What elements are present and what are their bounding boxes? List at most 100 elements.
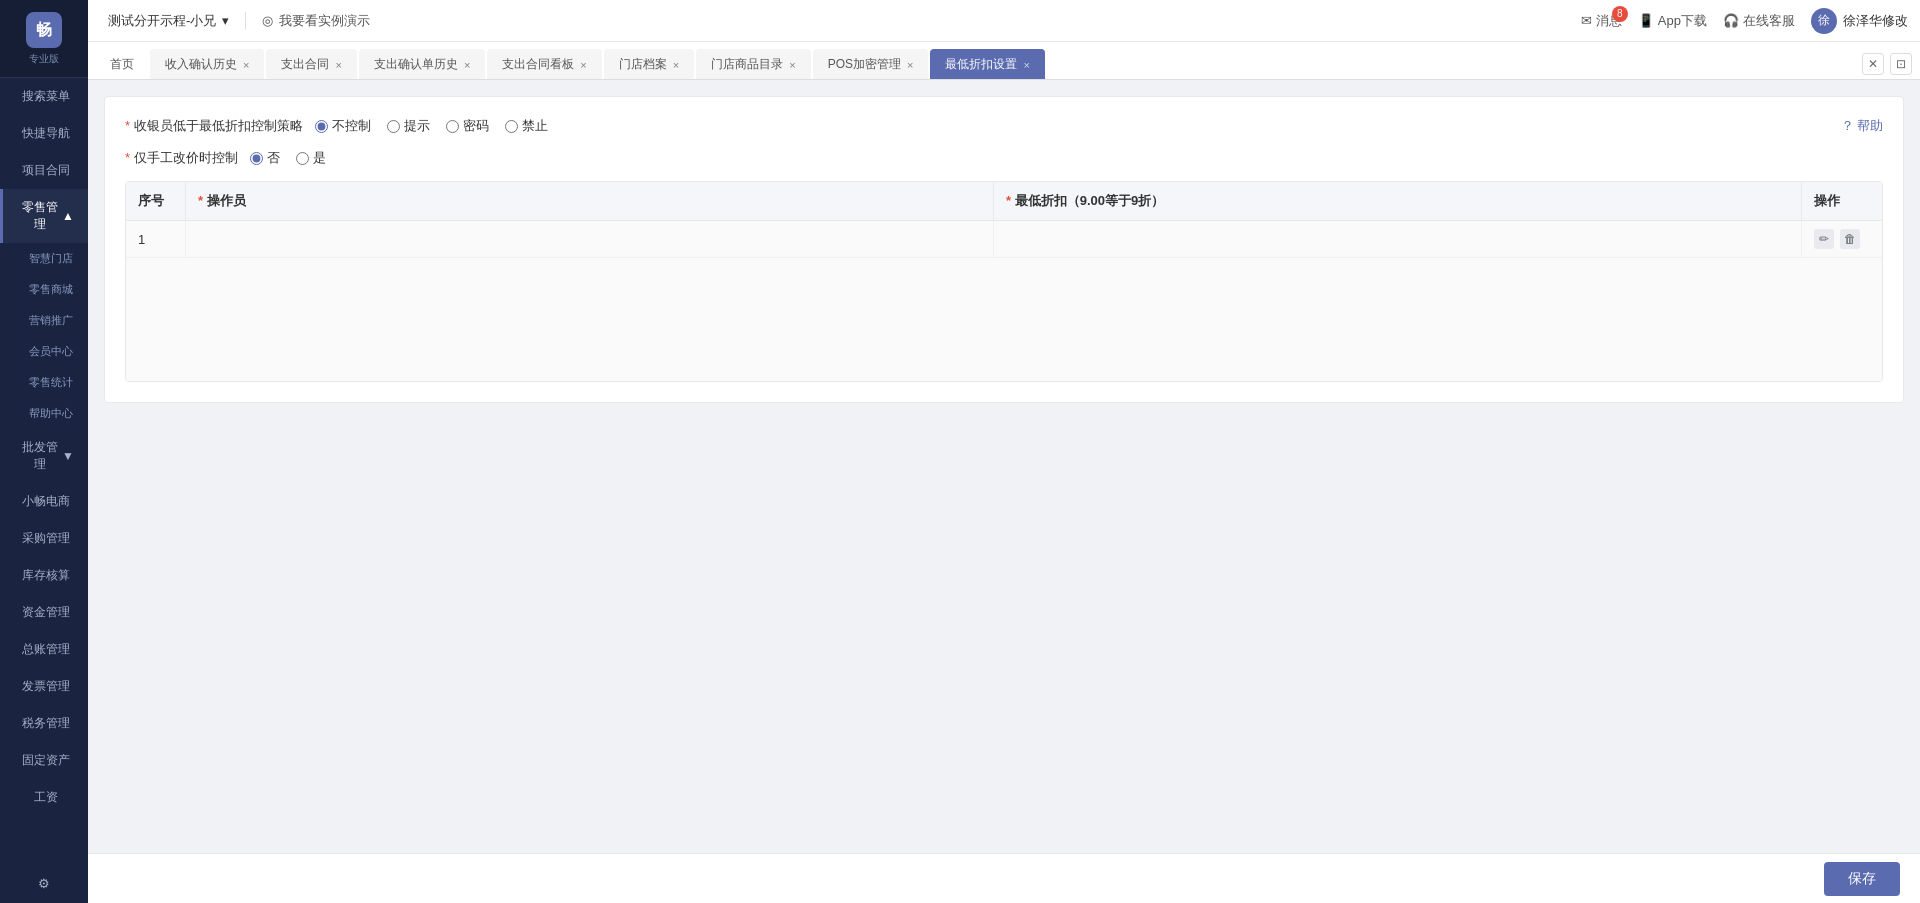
demo-text: 我要看实例演示 [279, 12, 370, 30]
tabs-bar: 首页 收入确认历史 × 支出合同 × 支出确认单历史 × 支出合同看板 × 门店… [88, 42, 1920, 80]
edit-icon[interactable]: ✏ [1814, 229, 1834, 249]
sidebar-item-ecommerce[interactable]: 小畅电商 [0, 483, 88, 520]
radio-prompt-label: 提示 [404, 117, 430, 135]
sidebar-item-invoice[interactable]: 发票管理 [0, 668, 88, 705]
sidebar-item-tax[interactable]: 税务管理 [0, 705, 88, 742]
notification-badge: 8 [1612, 6, 1628, 22]
discount-table: 序号 操作员 最低折扣（9.00等于9折） 操作 1 ✏ 🗑 [125, 181, 1883, 382]
project-dropdown-icon: ▾ [222, 13, 229, 28]
table-body: 1 ✏ 🗑 [126, 221, 1882, 381]
tab-home[interactable]: 首页 [96, 50, 148, 79]
tab-min-discount[interactable]: 最低折扣设置 × [930, 49, 1044, 79]
sidebar-item-retail[interactable]: 零售管理 ▲ [0, 189, 88, 243]
table-row: 1 ✏ 🗑 [126, 221, 1882, 258]
app-download-button[interactable]: 📱 App下载 [1638, 12, 1707, 30]
retail-arrow-icon: ▲ [62, 209, 74, 223]
radio-no-control-label: 不控制 [332, 117, 371, 135]
notification-button[interactable]: ✉ 消息 8 [1581, 12, 1622, 30]
cell-discount-1 [994, 221, 1802, 257]
sidebar-item-contract[interactable]: 项目合同 [0, 152, 88, 189]
user-name: 徐泽华修改 [1843, 12, 1908, 30]
close-icon[interactable]: × [335, 59, 341, 71]
sidebar-item-ledger[interactable]: 总账管理 [0, 631, 88, 668]
project-name: 测试分开示程-小兄 [108, 12, 216, 30]
close-icon[interactable]: × [464, 59, 470, 71]
delete-icon[interactable]: 🗑 [1840, 229, 1860, 249]
tabs-right: ✕ ⊡ [1862, 53, 1912, 79]
logo-icon: 畅 [26, 12, 62, 48]
radio-prompt[interactable]: 提示 [387, 117, 430, 135]
radio-no[interactable]: 否 [250, 149, 280, 167]
radio-password[interactable]: 密码 [446, 117, 489, 135]
sidebar: 畅 专业版 搜索菜单 快捷导航 项目合同 零售管理 ▲ 智慧门店 零售商城 营销… [0, 0, 88, 903]
table-header: 序号 操作员 最低折扣（9.00等于9折） 操作 [126, 182, 1882, 221]
tab-expense-confirm[interactable]: 支出确认单历史 × [359, 49, 485, 79]
close-icon[interactable]: × [907, 59, 913, 71]
radio-no-control[interactable]: 不控制 [315, 117, 371, 135]
sidebar-item-shortcut[interactable]: 快捷导航 [0, 115, 88, 152]
sidebar-item-retail-stats[interactable]: 零售统计 [0, 367, 88, 398]
sidebar-item-salary[interactable]: 工资 [0, 779, 88, 816]
expand-tabs-button[interactable]: ⊡ [1890, 53, 1912, 75]
sidebar-item-member[interactable]: 会员中心 [0, 336, 88, 367]
tab-expense-contract[interactable]: 支出合同 × [266, 49, 356, 79]
help-icon: ？ [1841, 117, 1854, 135]
demo-button[interactable]: ◎ 我要看实例演示 [254, 8, 378, 34]
sidebar-item-help[interactable]: 帮助中心 [0, 398, 88, 429]
sidebar-item-finance[interactable]: 资金管理 [0, 594, 88, 631]
radio-yes[interactable]: 是 [296, 149, 326, 167]
gear-button[interactable]: ⚙ [26, 864, 62, 903]
tab-income-history[interactable]: 收入确认历史 × [150, 49, 264, 79]
sidebar-item-search[interactable]: 搜索菜单 [0, 78, 88, 115]
radio-forbidden[interactable]: 禁止 [505, 117, 548, 135]
shortcut-nav-label: 快捷导航 [22, 125, 70, 142]
close-icon[interactable]: × [789, 59, 795, 71]
col-actions: 操作 [1802, 182, 1882, 220]
app-download-label: App下载 [1658, 12, 1707, 30]
sidebar-item-purchase[interactable]: 采购管理 [0, 520, 88, 557]
tab-store-catalog[interactable]: 门店商品目录 × [696, 49, 810, 79]
online-service-icon: 🎧 [1723, 13, 1739, 28]
topbar-left: 测试分开示程-小兄 ▾ ◎ 我要看实例演示 [100, 8, 378, 34]
cell-seq-1: 1 [126, 221, 186, 257]
tab-pos-encryption[interactable]: POS加密管理 × [813, 49, 929, 79]
cell-operator-1 [186, 221, 994, 257]
close-icon[interactable]: × [580, 59, 586, 71]
sidebar-item-inventory[interactable]: 库存核算 [0, 557, 88, 594]
radio-password-label: 密码 [463, 117, 489, 135]
close-icon[interactable]: × [243, 59, 249, 71]
close-icon[interactable]: × [1023, 59, 1029, 71]
user-info[interactable]: 徐 徐泽华修改 [1811, 8, 1908, 34]
sidebar-item-smart-store[interactable]: 智慧门店 [0, 243, 88, 274]
sidebar-item-wholesale[interactable]: 批发管理 ▼ [0, 429, 88, 483]
close-all-tabs-button[interactable]: ✕ [1862, 53, 1884, 75]
col-discount: 最低折扣（9.00等于9折） [994, 182, 1802, 220]
user-avatar: 徐 [1811, 8, 1837, 34]
wholesale-arrow-icon: ▼ [62, 449, 74, 463]
project-contract-label: 项目合同 [22, 162, 70, 179]
settings-card: 收银员低于最低折扣控制策略 不控制 提示 密码 [104, 96, 1904, 403]
field1-label: 收银员低于最低折扣控制策略 [125, 117, 303, 135]
notification-icon: ✉ [1581, 13, 1592, 28]
sidebar-item-retail-mall[interactable]: 零售商城 [0, 274, 88, 305]
field2-radio-group: 否 是 [250, 149, 326, 167]
help-link[interactable]: ？ 帮助 [1841, 117, 1883, 135]
main-area: 测试分开示程-小兄 ▾ ◎ 我要看实例演示 ✉ 消息 8 📱 App下载 🎧 在… [88, 0, 1920, 903]
search-menu-label: 搜索菜单 [22, 88, 70, 105]
project-selector[interactable]: 测试分开示程-小兄 ▾ [100, 8, 237, 34]
tabs-left: 首页 收入确认历史 × 支出合同 × 支出确认单历史 × 支出合同看板 × 门店… [96, 49, 1045, 79]
cell-actions-1: ✏ 🗑 [1802, 221, 1882, 257]
app-download-icon: 📱 [1638, 13, 1654, 28]
topbar-right: ✉ 消息 8 📱 App下载 🎧 在线客服 徐 徐泽华修改 [1581, 8, 1908, 34]
sidebar-item-marketing[interactable]: 营销推广 [0, 305, 88, 336]
demo-circle-icon: ◎ [262, 13, 273, 28]
online-service-button[interactable]: 🎧 在线客服 [1723, 12, 1795, 30]
topbar: 测试分开示程-小兄 ▾ ◎ 我要看实例演示 ✉ 消息 8 📱 App下载 🎧 在… [88, 0, 1920, 42]
tab-store-archive[interactable]: 门店档案 × [604, 49, 694, 79]
field1-radio-group: 不控制 提示 密码 禁止 [315, 117, 548, 135]
close-icon[interactable]: × [673, 59, 679, 71]
save-button[interactable]: 保存 [1824, 862, 1900, 896]
form-row-2: 仅手工改价时控制 否 是 [125, 149, 1883, 167]
sidebar-item-fixed-assets[interactable]: 固定资产 [0, 742, 88, 779]
tab-contract-board[interactable]: 支出合同看板 × [487, 49, 601, 79]
